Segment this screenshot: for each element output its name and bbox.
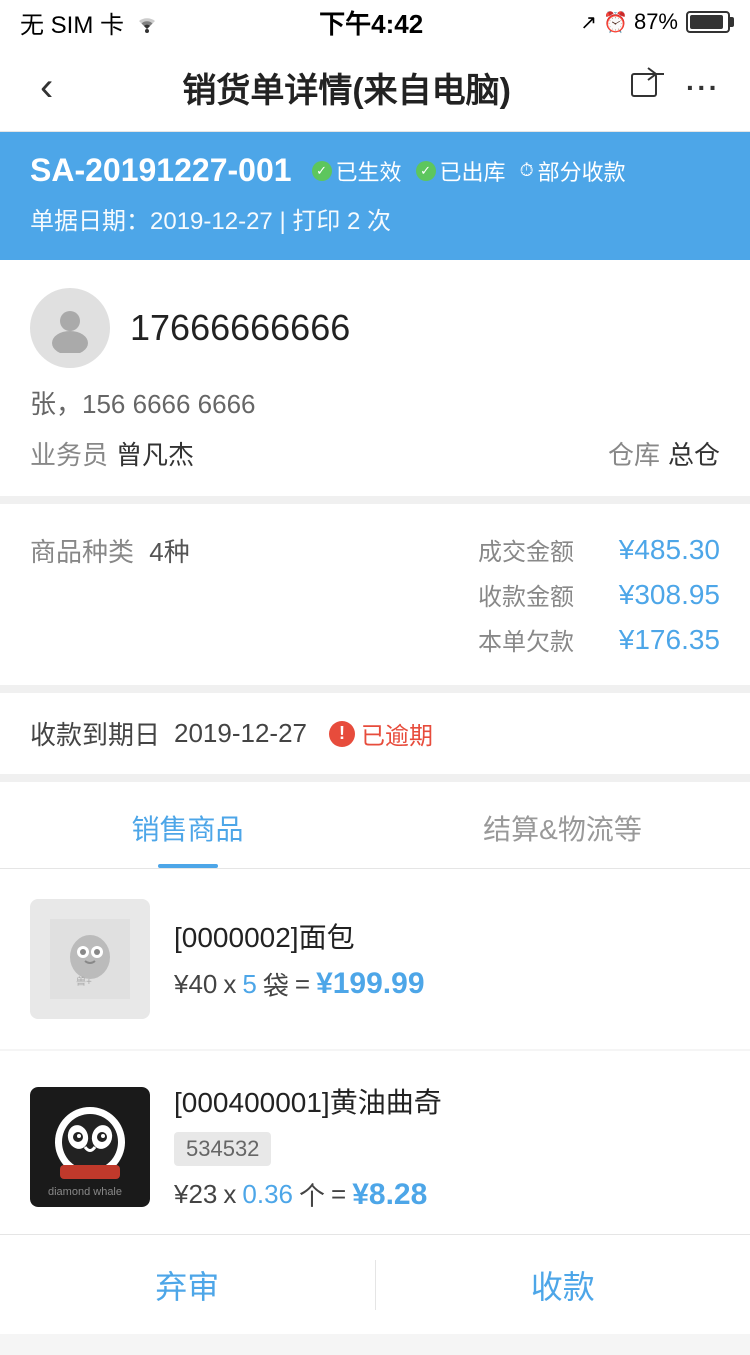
check-icon-2: ✓ (416, 161, 436, 181)
product-multiply-2: x (223, 1179, 236, 1210)
status-bar: 无 SIM 卡 下午4:42 ↗ ⏰ 87% (0, 0, 750, 44)
status-badges: ✓ 已生效 ✓ 已出库 ⏱ 部分收款 (312, 155, 626, 187)
bottom-actions: 弃审 收款 (0, 1234, 750, 1334)
product-info-1: [0000002]面包 ¥40 x 5 袋 = ¥199.99 (174, 916, 720, 1003)
order-id: SA-20191227-001 (30, 152, 292, 189)
overdue-section: 收款到期日 2019-12-27 ! 已逾期 (0, 693, 750, 782)
product-thumb-1: 兽+ (30, 899, 150, 1019)
product-price-row-1: ¥40 x 5 袋 = ¥199.99 (174, 966, 720, 1003)
svg-text:兽+: 兽+ (76, 975, 92, 988)
customer-row: 17666666666 (30, 288, 720, 368)
customer-account-id: 17666666666 (130, 307, 350, 349)
deal-amount-label: 成交金额 (478, 532, 574, 567)
badge-effected: ✓ 已生效 (312, 155, 402, 187)
product-item: 兽+ [0000002]面包 ¥40 x 5 袋 = ¥199.99 (0, 869, 750, 1049)
badge-partial: ⏱ 部分收款 (520, 155, 626, 187)
overdue-icon: ! (329, 721, 355, 747)
debt-label: 本单欠款 (478, 622, 574, 657)
location-icon: ↗ (580, 10, 597, 35)
deal-amount-row: 成交金额 ¥485.30 (478, 532, 720, 567)
deal-amount-value: ¥485.30 (590, 534, 720, 566)
product-multiply-1: x (223, 969, 236, 1000)
badge-partial-label: 部分收款 (538, 155, 626, 187)
badge-shipped-label: 已出库 (440, 155, 506, 187)
overdue-badge: ! 已逾期 (329, 716, 433, 751)
tab-sales-label: 销售商品 (131, 814, 243, 845)
battery-percent: 87% (634, 9, 678, 35)
customer-section: 17666666666 张，156 6666 6666 业务员 曾凡杰 仓库 总… (0, 260, 750, 504)
overdue-date: 2019-12-27 (174, 718, 307, 749)
product-sku-2: 534532 (174, 1132, 271, 1166)
product-qty-2: 0.36 (242, 1179, 293, 1210)
summary-right: 成交金额 ¥485.30 收款金额 ¥308.95 本单欠款 ¥176.35 (478, 532, 720, 657)
carrier-text: 无 SIM 卡 (20, 5, 124, 40)
alarm-icon: ⏰ (603, 10, 628, 35)
product-price-row-2: ¥23 x 0.36 个 = ¥8.28 (174, 1176, 720, 1213)
summary-section: 商品种类 4种 成交金额 ¥485.30 收款金额 ¥308.95 本单欠款 ¥… (0, 504, 750, 693)
salesperson-label: 业务员 (30, 435, 108, 472)
order-header-row1: SA-20191227-001 ✓ 已生效 ✓ 已出库 ⏱ 部分收款 (30, 152, 720, 189)
category-count: 4种 (149, 537, 189, 567)
product-unit-1: 袋 (263, 966, 289, 1003)
warehouse-label: 仓库 (608, 435, 660, 472)
status-carrier: 无 SIM 卡 (20, 5, 162, 40)
more-button[interactable]: ··· (686, 72, 720, 104)
tabs-section: 销售商品 结算&物流等 (0, 782, 750, 869)
order-date: 单据日期：2019-12-27 (30, 208, 273, 235)
warehouse-value: 总仓 (668, 435, 720, 472)
tab-sales-products[interactable]: 销售商品 (0, 782, 375, 868)
debt-value: ¥176.35 (590, 624, 720, 656)
product-total-2: ¥8.28 (352, 1178, 427, 1212)
svg-text:diamond whale: diamond whale (48, 1186, 122, 1198)
status-indicators: ↗ ⏰ 87% (580, 9, 730, 35)
category-label: 商品种类 (30, 537, 134, 567)
order-meta: 单据日期：2019-12-27 | 打印 2 次 (30, 201, 720, 236)
status-time: 下午4:42 (319, 4, 423, 41)
product-total-1: ¥199.99 (316, 967, 424, 1001)
customer-info: 张，156 6666 6666 (30, 384, 720, 421)
overdue-text: 已逾期 (361, 716, 433, 751)
product-equals-1: = (295, 969, 310, 1000)
overdue-label: 收款到期日 (30, 715, 160, 752)
tab-settlement[interactable]: 结算&物流等 (375, 782, 750, 868)
wifi-icon (132, 11, 162, 33)
order-header: SA-20191227-001 ✓ 已生效 ✓ 已出库 ⏱ 部分收款 单据日期：… (0, 132, 750, 260)
debt-amount-row: 本单欠款 ¥176.35 (478, 622, 720, 657)
avatar-icon (45, 303, 95, 353)
product-unit-2: 个 (299, 1176, 325, 1213)
product-info-2: [000400001]黄油曲奇 534532 ¥23 x 0.36 个 = ¥8… (174, 1081, 720, 1213)
battery-icon (686, 11, 730, 33)
product-name-2: [000400001]黄油曲奇 (174, 1081, 720, 1121)
back-button[interactable]: ‹ (30, 55, 63, 120)
collect-button[interactable]: 收款 (376, 1235, 750, 1334)
cancel-review-button[interactable]: 弃审 (0, 1235, 375, 1334)
product-thumb-2: diamond whale (30, 1087, 150, 1207)
product-item-2: diamond whale [000400001]黄油曲奇 534532 ¥23… (0, 1051, 750, 1243)
collection-label: 收款金额 (478, 577, 574, 612)
product-unit-price-1: ¥40 (174, 969, 217, 1000)
collection-amount-row: 收款金额 ¥308.95 (478, 577, 720, 612)
product-equals-2: = (331, 1179, 346, 1210)
page-title: 销货单详情(来自电脑) (182, 63, 511, 112)
product-name-1: [0000002]面包 (174, 916, 720, 956)
check-icon-1: ✓ (312, 161, 332, 181)
product-unit-price-2: ¥23 (174, 1179, 217, 1210)
customer-detail-row: 业务员 曾凡杰 仓库 总仓 (30, 435, 720, 472)
nav-actions: ··· (630, 66, 720, 110)
product-qty-1: 5 (242, 969, 256, 1000)
badge-shipped: ✓ 已出库 (416, 155, 506, 187)
salesperson-value: 曾凡杰 (116, 435, 194, 472)
share-button[interactable] (630, 66, 666, 110)
tab-settlement-label: 结算&物流等 (483, 814, 642, 845)
clock-icon: ⏱ (520, 160, 534, 181)
collection-value: ¥308.95 (590, 579, 720, 611)
cookie-thumb-icon: diamond whale (30, 1087, 150, 1207)
summary-left: 商品种类 4种 (30, 532, 190, 569)
bread-thumb-icon: 兽+ (50, 919, 130, 999)
order-print-count: | 打印 2 次 (279, 208, 391, 235)
badge-effected-label: 已生效 (336, 155, 402, 187)
nav-bar: ‹ 销货单详情(来自电脑) ··· (0, 44, 750, 132)
avatar (30, 288, 110, 368)
